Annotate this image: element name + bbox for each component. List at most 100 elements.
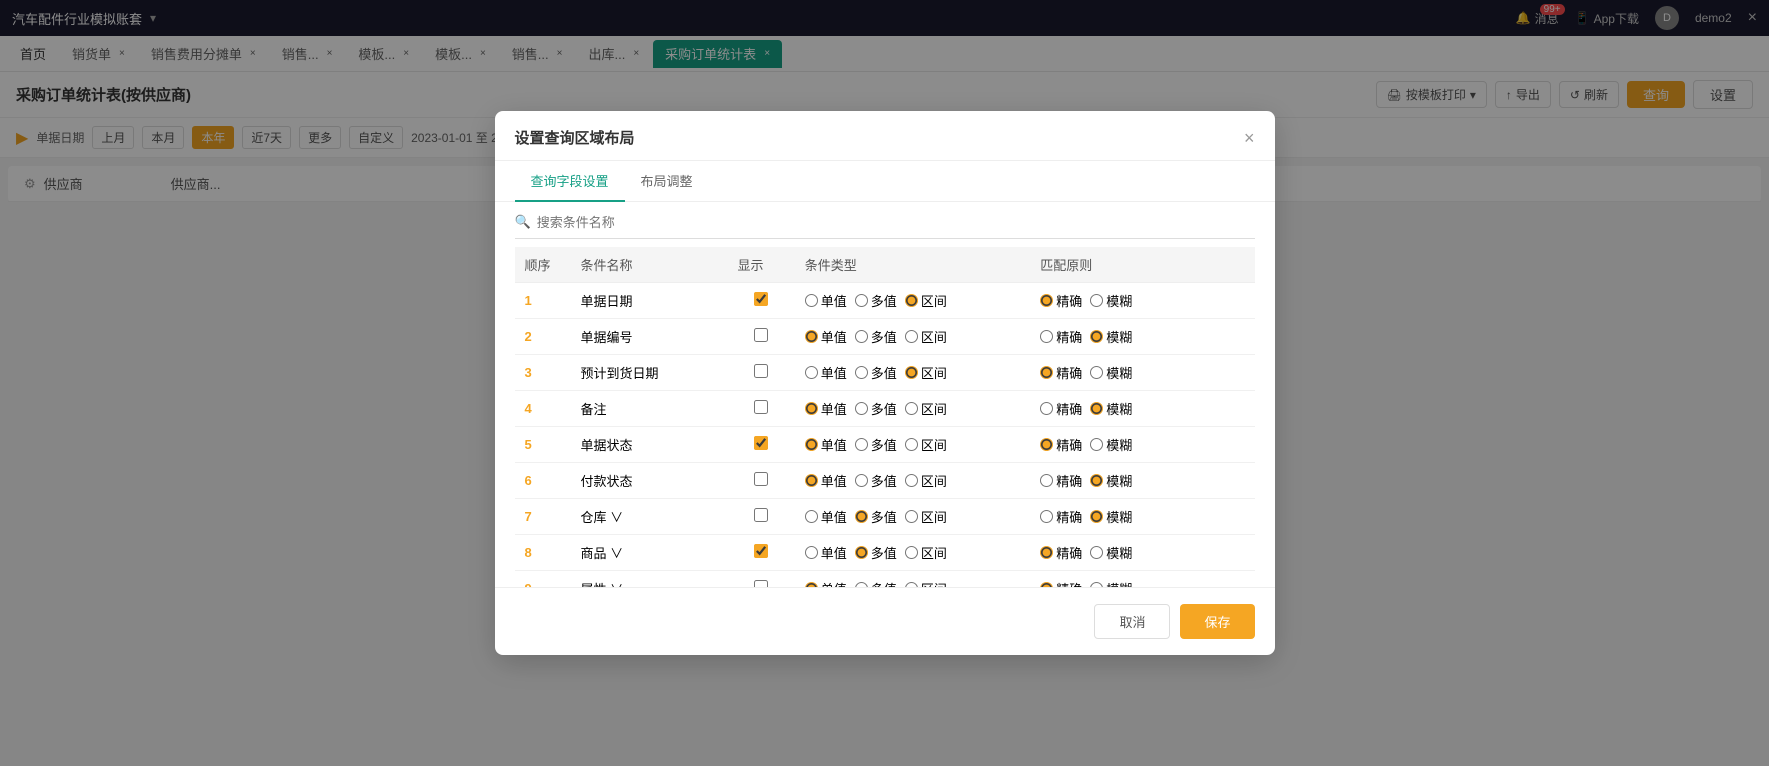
row-show-cell	[728, 499, 795, 535]
radio-match-模糊[interactable]: 模糊	[1090, 579, 1132, 587]
radio-type-区间[interactable]: 区间	[905, 291, 947, 310]
radio-type-区间[interactable]: 区间	[905, 363, 947, 382]
row-show-checkbox[interactable]	[754, 328, 768, 342]
radio-match-精确[interactable]: 精确	[1040, 543, 1082, 562]
radio-type-单值[interactable]: 单值	[805, 291, 847, 310]
row-condition-name: 仓库 ∨	[571, 499, 728, 535]
row-show-checkbox[interactable]	[754, 436, 768, 450]
radio-match-精确[interactable]: 精确	[1040, 291, 1082, 310]
row-type-cell: 单值多值区间	[795, 355, 1030, 391]
cancel-button[interactable]: 取消	[1094, 604, 1170, 639]
radio-match-模糊[interactable]: 模糊	[1090, 471, 1132, 490]
modal-search-input[interactable]	[537, 215, 737, 230]
row-condition-name: 备注	[571, 391, 728, 427]
table-row: 8商品 ∨单值多值区间精确模糊	[515, 535, 1255, 571]
radio-type-多值[interactable]: 多值	[855, 579, 897, 587]
modal-table-scroll: 顺序 条件名称 显示 条件类型 匹配原则 1单据日期单值多值区间精确模糊2单据编…	[515, 247, 1255, 587]
row-condition-name: 付款状态	[571, 463, 728, 499]
radio-type-多值[interactable]: 多值	[855, 363, 897, 382]
row-show-cell	[728, 427, 795, 463]
radio-type-单值[interactable]: 单值	[805, 363, 847, 382]
row-show-cell	[728, 391, 795, 427]
radio-type-单值[interactable]: 单值	[805, 399, 847, 418]
radio-match-精确[interactable]: 精确	[1040, 363, 1082, 382]
radio-match-精确[interactable]: 精确	[1040, 327, 1082, 346]
row-type-cell: 单值多值区间	[795, 391, 1030, 427]
row-match-cell: 精确模糊	[1030, 391, 1254, 427]
radio-type-多值[interactable]: 多值	[855, 399, 897, 418]
radio-type-区间[interactable]: 区间	[905, 327, 947, 346]
radio-type-单值[interactable]: 单值	[805, 327, 847, 346]
row-order: 1	[515, 283, 571, 319]
radio-type-区间[interactable]: 区间	[905, 507, 947, 526]
row-show-cell	[728, 535, 795, 571]
row-match-cell: 精确模糊	[1030, 463, 1254, 499]
radio-match-模糊[interactable]: 模糊	[1090, 291, 1132, 310]
radio-type-单值[interactable]: 单值	[805, 435, 847, 454]
modal-header: 设置查询区域布局 ×	[495, 111, 1275, 161]
col-header-match: 匹配原则	[1030, 247, 1254, 283]
row-show-checkbox[interactable]	[754, 580, 768, 587]
radio-type-区间[interactable]: 区间	[905, 579, 947, 587]
table-row: 5单据状态单值多值区间精确模糊	[515, 427, 1255, 463]
radio-type-单值[interactable]: 单值	[805, 543, 847, 562]
radio-type-多值[interactable]: 多值	[855, 543, 897, 562]
modal-search-icon: 🔍	[515, 214, 531, 230]
table-row: 9属性 ∨单值多值区间精确模糊	[515, 571, 1255, 588]
radio-match-模糊[interactable]: 模糊	[1090, 543, 1132, 562]
radio-match-模糊[interactable]: 模糊	[1090, 363, 1132, 382]
modal-tab-fields[interactable]: 查询字段设置	[515, 161, 625, 202]
radio-match-精确[interactable]: 精确	[1040, 579, 1082, 587]
radio-type-区间[interactable]: 区间	[905, 543, 947, 562]
radio-type-多值[interactable]: 多值	[855, 291, 897, 310]
save-button[interactable]: 保存	[1180, 604, 1254, 639]
modal-close-button[interactable]: ×	[1244, 129, 1255, 147]
radio-match-精确[interactable]: 精确	[1040, 507, 1082, 526]
row-type-cell: 单值多值区间	[795, 283, 1030, 319]
row-order: 8	[515, 535, 571, 571]
row-type-cell: 单值多值区间	[795, 427, 1030, 463]
radio-type-多值[interactable]: 多值	[855, 435, 897, 454]
radio-match-模糊[interactable]: 模糊	[1090, 507, 1132, 526]
row-show-checkbox[interactable]	[754, 508, 768, 522]
radio-match-精确[interactable]: 精确	[1040, 399, 1082, 418]
modal-tab-layout[interactable]: 布局调整	[625, 161, 709, 202]
table-row: 4备注单值多值区间精确模糊	[515, 391, 1255, 427]
row-show-checkbox[interactable]	[754, 292, 768, 306]
row-show-cell	[728, 355, 795, 391]
row-show-cell	[728, 283, 795, 319]
radio-type-单值[interactable]: 单值	[805, 507, 847, 526]
row-show-checkbox[interactable]	[754, 364, 768, 378]
row-show-checkbox[interactable]	[754, 544, 768, 558]
row-type-cell: 单值多值区间	[795, 463, 1030, 499]
radio-match-精确[interactable]: 精确	[1040, 435, 1082, 454]
row-order: 4	[515, 391, 571, 427]
row-match-cell: 精确模糊	[1030, 319, 1254, 355]
radio-match-精确[interactable]: 精确	[1040, 471, 1082, 490]
row-order: 6	[515, 463, 571, 499]
radio-match-模糊[interactable]: 模糊	[1090, 435, 1132, 454]
row-show-cell	[728, 463, 795, 499]
row-order: 7	[515, 499, 571, 535]
radio-type-多值[interactable]: 多值	[855, 327, 897, 346]
radio-type-多值[interactable]: 多值	[855, 507, 897, 526]
row-match-cell: 精确模糊	[1030, 571, 1254, 588]
modal-dialog: 设置查询区域布局 × 查询字段设置 布局调整 🔍	[495, 111, 1275, 655]
radio-type-单值[interactable]: 单值	[805, 579, 847, 587]
modal-body: 🔍 顺序 条件名称 显示 条件类型 匹配原则	[495, 202, 1275, 587]
radio-type-区间[interactable]: 区间	[905, 471, 947, 490]
table-row: 3预计到货日期单值多值区间精确模糊	[515, 355, 1255, 391]
main-area: 采购订单统计表(按供应商) 🖨 按模板打印 ▾ ↑ 导出 ↺ 刷新 查询 设置	[0, 72, 1769, 766]
row-condition-name: 预计到货日期	[571, 355, 728, 391]
row-type-cell: 单值多值区间	[795, 319, 1030, 355]
radio-match-模糊[interactable]: 模糊	[1090, 327, 1132, 346]
row-condition-name: 单据编号	[571, 319, 728, 355]
radio-match-模糊[interactable]: 模糊	[1090, 399, 1132, 418]
radio-type-区间[interactable]: 区间	[905, 435, 947, 454]
row-match-cell: 精确模糊	[1030, 355, 1254, 391]
radio-type-区间[interactable]: 区间	[905, 399, 947, 418]
radio-type-单值[interactable]: 单值	[805, 471, 847, 490]
radio-type-多值[interactable]: 多值	[855, 471, 897, 490]
row-show-checkbox[interactable]	[754, 472, 768, 486]
row-show-checkbox[interactable]	[754, 400, 768, 414]
